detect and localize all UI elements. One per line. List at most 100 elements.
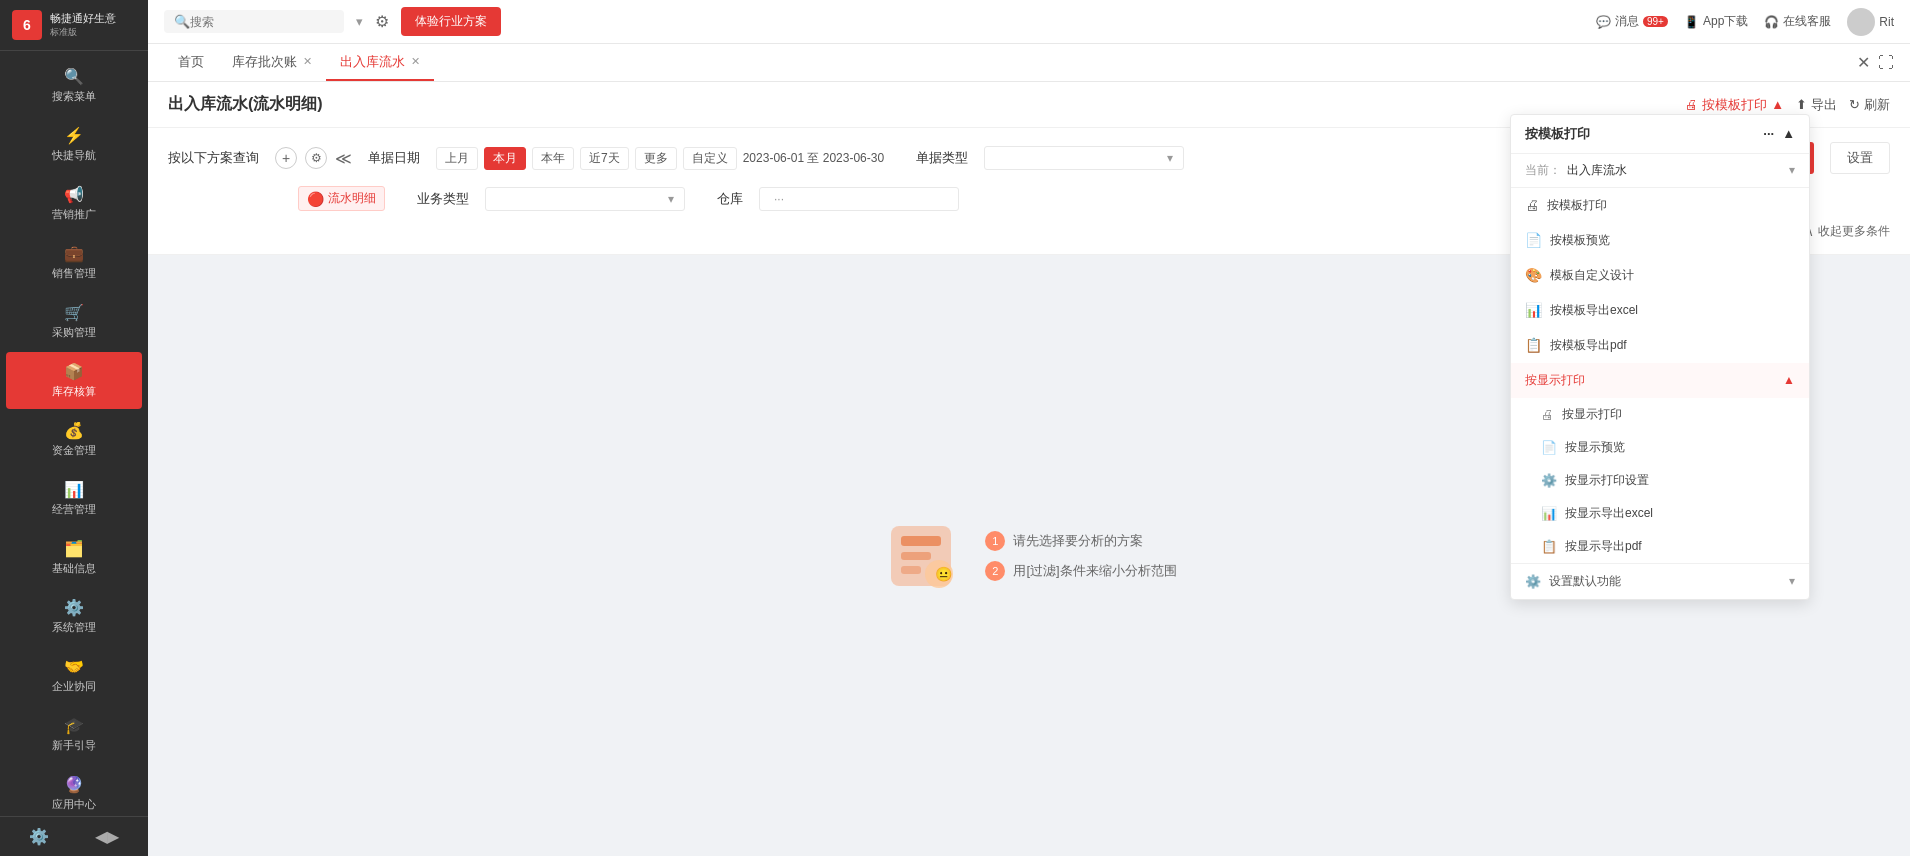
brand-name: 畅捷通好生意: [50, 11, 116, 25]
dropdown-item-template-pdf[interactable]: 📋 按模板导出pdf: [1511, 328, 1809, 363]
dropdown-sub-display-settings[interactable]: ⚙️ 按显示打印设置: [1511, 464, 1809, 497]
app-logo-icon: 6: [12, 10, 42, 40]
refresh-icon: ↻: [1849, 97, 1860, 112]
page-header: 出入库流水(流水明细) 🖨 按模板打印 ▲ ⬆ 导出 ↻ 刷新: [148, 82, 1910, 128]
empty-state: 😐 1 请先选择要分析的方案 2 用[过滤]条件来缩小分析范围: [881, 516, 1176, 596]
page-title: 出入库流水(流水明细): [168, 94, 323, 115]
marketing-icon: 📢: [64, 185, 84, 204]
filter-add-btn[interactable]: +: [275, 147, 297, 169]
warehouse-dots[interactable]: ···: [774, 192, 784, 206]
topbar-message[interactable]: 💬 消息 99+: [1596, 13, 1668, 30]
search-input[interactable]: [190, 15, 310, 29]
purchase-icon: 🛒: [64, 303, 84, 322]
tab-batch-account[interactable]: 库存批次账 ✕: [218, 45, 326, 81]
search-menu-label: 搜索菜单: [52, 89, 96, 104]
sidebar-footer-collapse[interactable]: ◀▶: [95, 827, 119, 846]
tab-flow-close[interactable]: ✕: [411, 55, 420, 68]
tab-home-label: 首页: [178, 53, 204, 71]
sidebar-item-app-center[interactable]: 🔮 应用中心: [6, 765, 142, 816]
settings-btn[interactable]: 设置: [1830, 142, 1890, 174]
dropdown-footer-label: 设置默认功能: [1549, 573, 1621, 590]
dropdown-sub-printer-icon: 🖨: [1541, 407, 1554, 422]
sidebar-item-purchase[interactable]: 🛒 采购管理: [6, 293, 142, 350]
dropdown-item-template-print[interactable]: 🖨 按模板打印: [1511, 188, 1809, 223]
dropdown-item-template-custom[interactable]: 🎨 模板自定义设计: [1511, 258, 1809, 293]
topbar-dropdown-arrow[interactable]: ▾: [356, 14, 363, 29]
sidebar-item-operations[interactable]: 📊 经营管理: [6, 470, 142, 527]
inventory-label: 库存核算: [52, 384, 96, 399]
message-badge: 99+: [1643, 16, 1668, 27]
dropdown-section-display-label: 按显示打印: [1525, 372, 1585, 389]
dropdown-footer-set-default[interactable]: ⚙️ 设置默认功能 ▾: [1511, 563, 1809, 599]
template-print-btn[interactable]: 🖨 按模板打印 ▲: [1685, 96, 1784, 114]
dropdown-item-template-excel[interactable]: 📊 按模板导出excel: [1511, 293, 1809, 328]
sidebar-item-marketing[interactable]: 📢 营销推广: [6, 175, 142, 232]
print-dropdown-panel: 按模板打印 ··· ▲ 当前： 出入库流水 ▾ 🖨 按模板打印: [1510, 114, 1810, 600]
biz-type-select[interactable]: ▾: [485, 187, 685, 211]
dropdown-section-display[interactable]: 按显示打印 ▲: [1511, 363, 1809, 398]
sidebar-item-quick-nav[interactable]: ⚡ 快捷导航: [6, 116, 142, 173]
sidebar-item-guide[interactable]: 🎓 新手引导: [6, 706, 142, 763]
sales-icon: 💼: [64, 244, 84, 263]
biz-type-arrow: ▾: [668, 192, 674, 206]
tab-flow[interactable]: 出入库流水 ✕: [326, 45, 434, 81]
sidebar-item-finance[interactable]: 💰 资金管理: [6, 411, 142, 468]
dropdown-sub-settings-icon: ⚙️: [1541, 473, 1557, 488]
sidebar-item-system[interactable]: ⚙️ 系统管理: [6, 588, 142, 645]
topbar-search-box[interactable]: 🔍: [164, 10, 344, 33]
dropdown-sub-display-excel[interactable]: 📊 按显示导出excel: [1511, 497, 1809, 530]
doc-type-select[interactable]: ▾: [984, 146, 1184, 170]
date-btn-last-7[interactable]: 近7天: [580, 147, 629, 170]
date-btn-last-month[interactable]: 上月: [436, 147, 478, 170]
hint-item-2: 2 用[过滤]条件来缩小分析范围: [985, 561, 1176, 581]
date-btn-this-month[interactable]: 本月: [484, 147, 526, 170]
sidebar-item-base-info[interactable]: 🗂️ 基础信息: [6, 529, 142, 586]
topbar-online-service[interactable]: 🎧 在线客服: [1764, 13, 1831, 30]
tab-maximize-btn[interactable]: ⛶: [1878, 53, 1894, 72]
date-range-text: 2023-06-01 至 2023-06-30: [743, 150, 884, 167]
filter-collapse-left-btn[interactable]: ≪: [335, 149, 352, 168]
refresh-btn[interactable]: ↻ 刷新: [1849, 96, 1890, 114]
dropdown-close-icon[interactable]: ▲: [1782, 126, 1795, 141]
dropdown-sub-display-preview[interactable]: 📄 按显示预览: [1511, 431, 1809, 464]
topbar-user[interactable]: Rit: [1847, 8, 1894, 36]
sidebar-item-search-menu[interactable]: 🔍 搜索菜单: [6, 57, 142, 114]
filter-setting-btn[interactable]: ⚙: [305, 147, 327, 169]
dropdown-more-icon[interactable]: ···: [1763, 126, 1774, 141]
dropdown-item-template-preview[interactable]: 📄 按模板预览: [1511, 223, 1809, 258]
sidebar-item-inventory[interactable]: 📦 库存核算: [6, 352, 142, 409]
search-menu-icon: 🔍: [64, 67, 84, 86]
operations-icon: 📊: [64, 480, 84, 499]
dropdown-footer-settings-icon: ⚙️: [1525, 574, 1541, 589]
user-name: Rit: [1879, 15, 1894, 29]
quick-nav-label: 快捷导航: [52, 148, 96, 163]
tab-home[interactable]: 首页: [164, 45, 218, 81]
base-info-label: 基础信息: [52, 561, 96, 576]
message-label: 消息: [1615, 13, 1639, 30]
base-info-icon: 🗂️: [64, 539, 84, 558]
date-filter: 上月 本月 本年 近7天 更多 自定义 2023-06-01 至 2023-06…: [436, 147, 884, 170]
finance-icon: 💰: [64, 421, 84, 440]
tab-batch-account-close[interactable]: ✕: [303, 55, 312, 68]
export-btn[interactable]: ⬆ 导出: [1796, 96, 1837, 114]
sidebar-footer-settings[interactable]: ⚙️: [29, 827, 49, 846]
dropdown-sub-display-pdf[interactable]: 📋 按显示导出pdf: [1511, 530, 1809, 563]
topbar-gear-icon[interactable]: ⚙: [375, 12, 389, 31]
warehouse-select[interactable]: ···: [759, 187, 959, 211]
industry-btn[interactable]: 体验行业方案: [401, 7, 501, 36]
sidebar-item-cooperation[interactable]: 🤝 企业协同: [6, 647, 142, 704]
collapse-btn[interactable]: ∧ 收起更多条件: [1805, 223, 1890, 240]
biz-type-label: 业务类型: [417, 190, 469, 208]
dropdown-printer-icon: 🖨: [1525, 197, 1539, 213]
dropdown-sub-display-print[interactable]: 🖨 按显示打印: [1511, 398, 1809, 431]
topbar-app-download[interactable]: 📱 App下载: [1684, 13, 1748, 30]
date-btn-more[interactable]: 更多: [635, 147, 677, 170]
date-btn-custom[interactable]: 自定义: [683, 147, 737, 170]
dropdown-item-label: 按模板预览: [1550, 232, 1610, 249]
topbar: 🔍 ▾ ⚙ 体验行业方案 💬 消息 99+ 📱 App下载 🎧 在线客服: [148, 0, 1910, 44]
date-btn-this-year[interactable]: 本年: [532, 147, 574, 170]
dropdown-item-label: 按模板导出pdf: [1550, 337, 1627, 354]
sidebar-item-sales[interactable]: 💼 销售管理: [6, 234, 142, 291]
cooperation-label: 企业协同: [52, 679, 96, 694]
tab-close-btn[interactable]: ✕: [1857, 53, 1870, 72]
